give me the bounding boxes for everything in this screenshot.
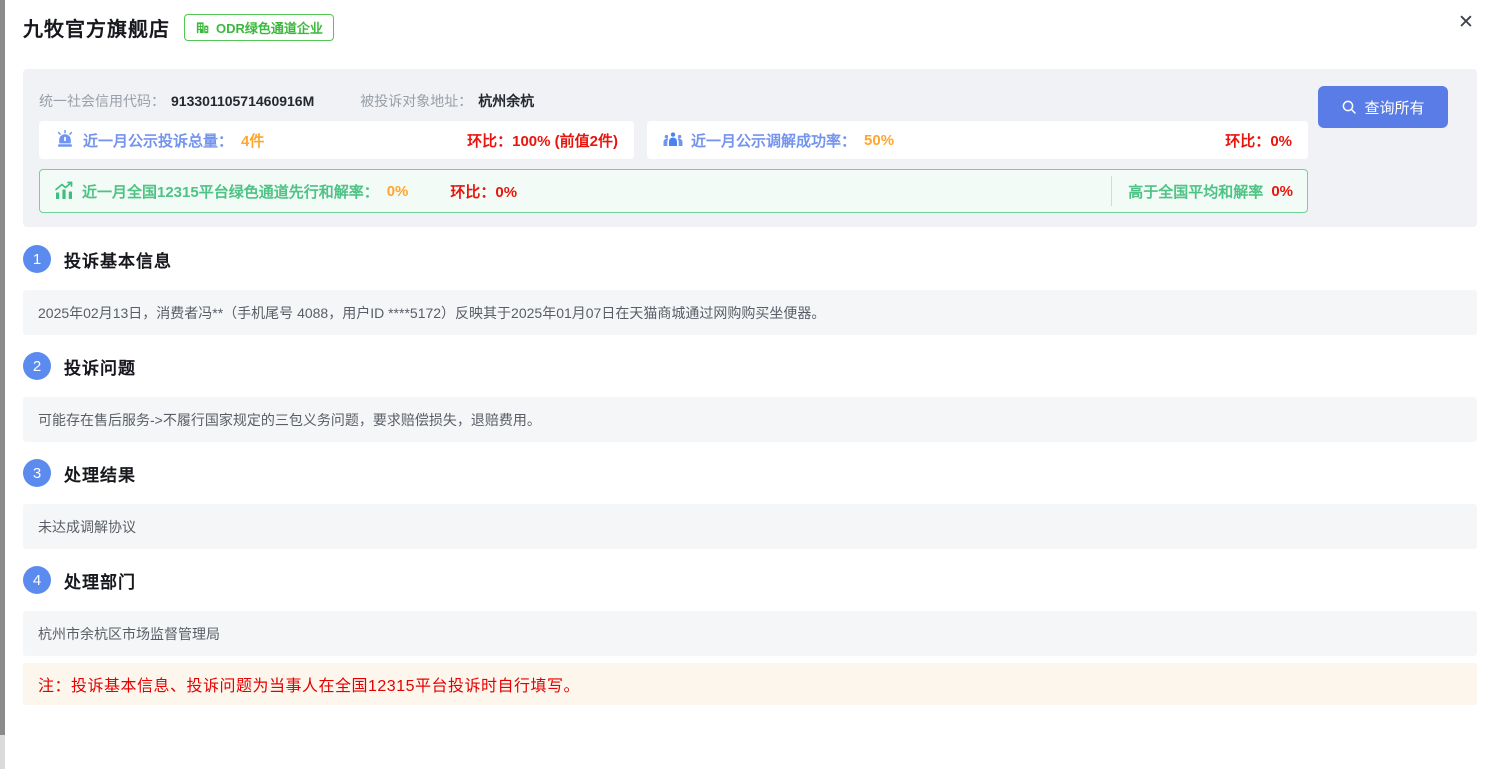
section-number-badge: 4 <box>23 566 51 594</box>
section-title-basic-info: 投诉基本信息 <box>64 247 172 272</box>
green-channel-label: 近一月全国12315平台绿色通道先行和解率： <box>82 181 379 202</box>
section-number-badge: 1 <box>23 245 51 273</box>
section-title-complaint-issue: 投诉问题 <box>64 354 136 379</box>
query-all-button[interactable]: 查询所有 <box>1318 86 1448 128</box>
disclaimer-note: 注：投诉基本信息、投诉问题为当事人在全国12315平台投诉时自行填写。 <box>23 663 1477 705</box>
company-info-panel: 统一社会信用代码： 91330110571460916M 被投诉对象地址： 杭州… <box>23 69 1477 227</box>
section-header-department: 4 处理部门 <box>23 566 1477 594</box>
green-channel-mom-value: 0% <box>495 184 517 201</box>
section-content-basic-info: 2025年02月13日，消费者冯**（手机尾号 4088，用户ID ****51… <box>23 290 1477 335</box>
odr-badge: ODR绿色通道企业 <box>184 14 334 41</box>
green-channel-card: 近一月全国12315平台绿色通道先行和解率： 0% 环比：0% 高于全国平均和解… <box>39 169 1308 213</box>
green-channel-value: 0% <box>387 183 409 200</box>
mediation-people-icon <box>663 130 683 150</box>
complaints-mom-label: 环比： <box>467 133 512 150</box>
basic-info-text: 2025年02月13日，消费者冯**（手机尾号 4088，用户ID ****51… <box>38 303 825 323</box>
mediation-value: 50% <box>864 132 894 149</box>
mediation-label: 近一月公示调解成功率： <box>691 130 856 151</box>
section-content-result: 未达成调解协议 <box>23 504 1477 549</box>
section-number-badge: 3 <box>23 459 51 487</box>
department-text: 杭州市余杭区市场监督管理局 <box>38 624 220 644</box>
section-title-department: 处理部门 <box>64 568 136 593</box>
query-all-label: 查询所有 <box>1364 97 1424 118</box>
above-average-value: 0% <box>1271 183 1293 200</box>
complaints-label: 近一月公示投诉总量： <box>83 130 233 151</box>
complaint-issue-text: 可能存在售后服务->不履行国家规定的三包义务问题，要求赔偿损失，退赔费用。 <box>38 410 541 430</box>
address-label: 被投诉对象地址： <box>360 91 472 111</box>
section-header-complaint-issue: 2 投诉问题 <box>23 352 1477 380</box>
odr-badge-label: ODR绿色通道企业 <box>216 18 323 37</box>
section-content-complaint-issue: 可能存在售后服务->不履行国家规定的三包义务问题，要求赔偿损失，退赔费用。 <box>23 397 1477 442</box>
building-icon <box>195 20 210 35</box>
section-header-result: 3 处理结果 <box>23 459 1477 487</box>
complaint-detail-modal: ✕ 九牧官方旗舰店 <box>0 0 1498 769</box>
search-icon <box>1341 99 1357 115</box>
complaints-stat-card: 近一月公示投诉总量： 4件 环比：100% (前值2件) <box>39 121 634 159</box>
modal-content: 九牧官方旗舰店 ODR绿色通道企业 <box>23 0 1477 705</box>
left-scrollbar-thumb[interactable] <box>0 0 5 735</box>
above-average-label: 高于全国平均和解率 <box>1128 181 1263 202</box>
complaints-mom-value: 100% (前值2件) <box>512 133 618 150</box>
stat-cards-row: 近一月公示投诉总量： 4件 环比：100% (前值2件) <box>39 121 1461 159</box>
credit-code-value: 91330110571460916M <box>171 93 314 109</box>
section-header-basic-info: 1 投诉基本信息 <box>23 245 1477 273</box>
mediation-stat-card: 近一月公示调解成功率： 50% 环比：0% <box>647 121 1308 159</box>
store-title: 九牧官方旗舰店 <box>23 13 170 42</box>
section-content-department: 杭州市余杭区市场监督管理局 <box>23 611 1477 656</box>
header-row: 九牧官方旗舰店 ODR绿色通道企业 <box>23 0 1477 42</box>
disclaimer-note-text: 注：投诉基本信息、投诉问题为当事人在全国12315平台投诉时自行填写。 <box>38 672 580 696</box>
chart-up-icon <box>54 181 74 201</box>
section-number-badge: 2 <box>23 352 51 380</box>
credit-code-label: 统一社会信用代码： <box>39 91 165 111</box>
address-value: 杭州余杭 <box>478 91 534 111</box>
alarm-icon <box>55 130 75 150</box>
mediation-mom-value: 0% <box>1270 133 1292 150</box>
green-channel-mom-label: 环比： <box>450 184 495 201</box>
credit-address-row: 统一社会信用代码： 91330110571460916M 被投诉对象地址： 杭州… <box>39 81 1461 121</box>
result-text: 未达成调解协议 <box>38 517 136 537</box>
section-title-result: 处理结果 <box>64 461 136 486</box>
complaints-value: 4件 <box>241 130 264 151</box>
mediation-mom-label: 环比： <box>1225 133 1270 150</box>
